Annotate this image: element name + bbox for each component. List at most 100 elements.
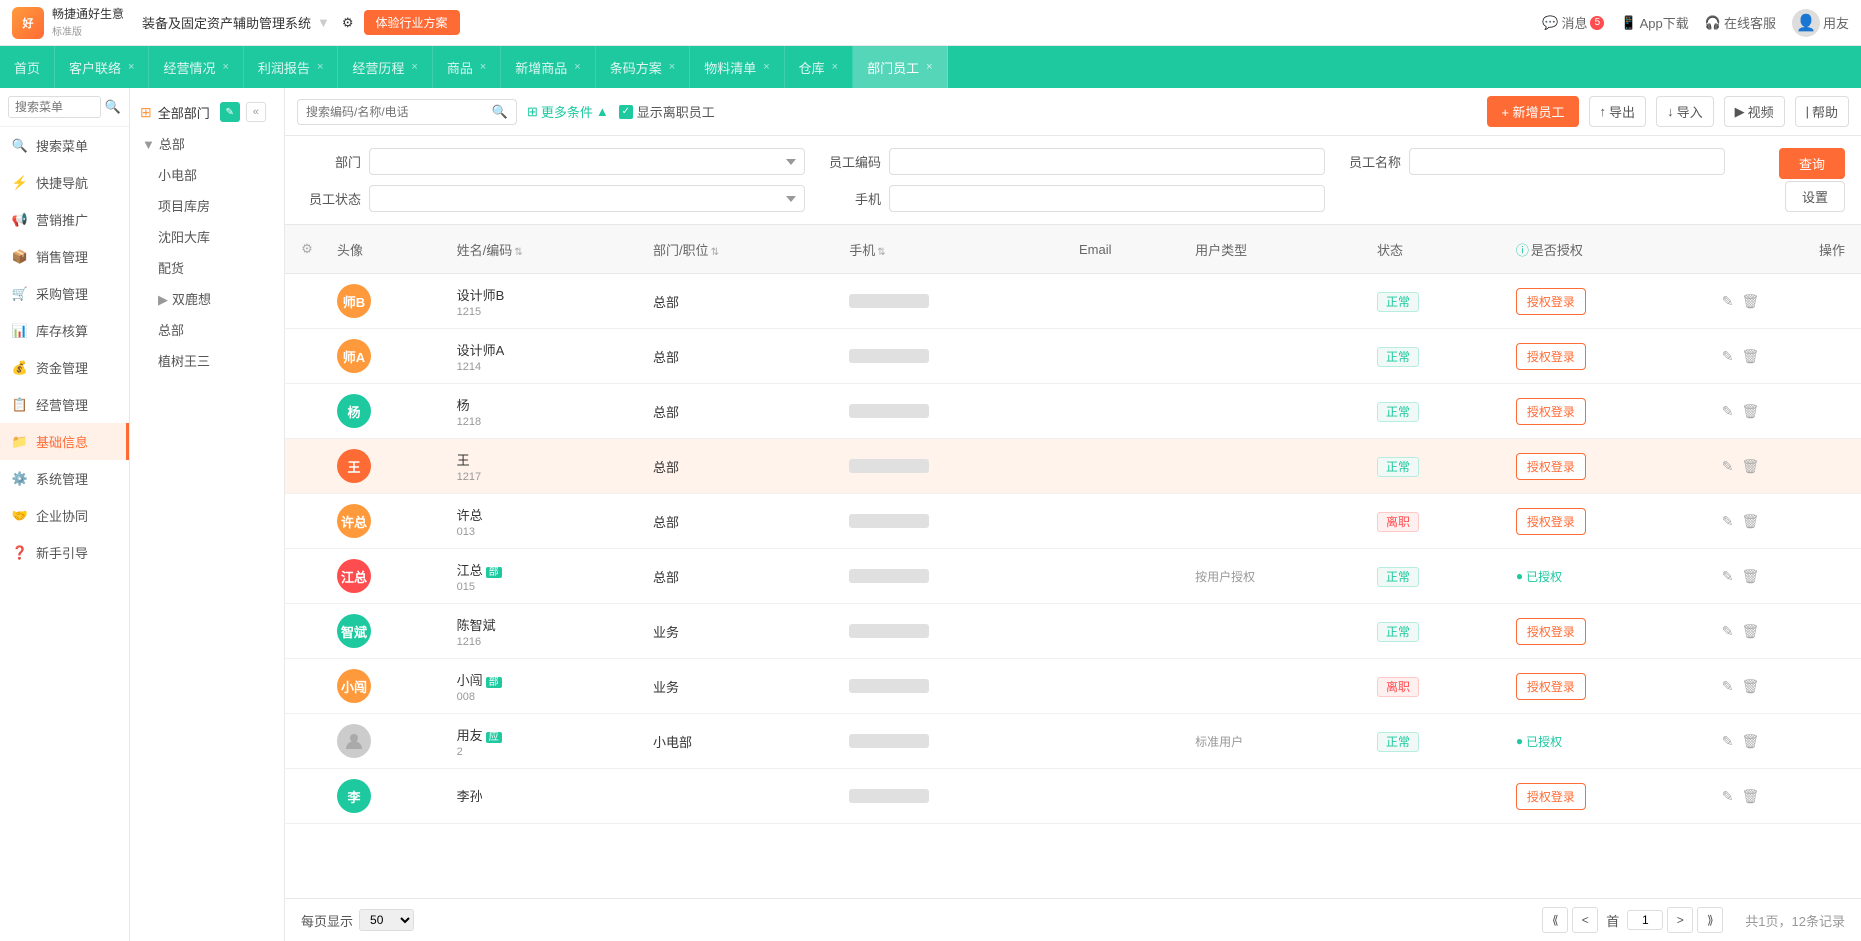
close-tab-icon[interactable]: × [763,61,769,73]
search-btn[interactable]: 查询 [1779,148,1845,179]
dept-item-植树王三[interactable]: 植树王三 [130,345,284,376]
nav-tab-新增商品[interactable]: 新增商品× [501,46,595,88]
close-tab-icon[interactable]: × [411,61,417,73]
dept-item-沈阳大库[interactable]: 沈阳大库 [130,221,284,252]
settings-gear[interactable]: ⚙ [342,15,354,31]
next-page-btn[interactable]: > [1667,907,1693,933]
dept-item-总部[interactable]: ▼总部 [130,128,284,159]
view-btn[interactable]: ▶ 视频 [1724,96,1785,127]
dept-item-配货[interactable]: 配货 [130,252,284,283]
nav-tab-利润报告[interactable]: 利润报告× [244,46,338,88]
user-btn[interactable]: 👤 用友 [1792,9,1849,37]
close-tab-icon[interactable]: × [574,61,580,73]
edit-icon[interactable]: ✎ [1722,678,1734,695]
edit-icon[interactable]: ✎ [1722,623,1734,640]
delete-icon[interactable]: 🗑 [1741,733,1759,750]
close-tab-icon[interactable]: × [222,61,228,73]
sidebar-item-资金管理[interactable]: 💰资金管理 [0,349,129,386]
edit-icon[interactable]: ✎ [1722,788,1734,805]
name-col[interactable]: 姓名/编码⇅ [449,225,645,274]
nav-tab-首页[interactable]: 首页 [0,46,55,88]
delete-icon[interactable]: 🗑 [1741,348,1759,365]
search-input[interactable] [306,105,488,119]
message-btn[interactable]: 💬 消息 5 [1542,13,1604,32]
employee-code-input[interactable] [889,148,1325,175]
sidebar-search-input[interactable] [8,96,101,118]
edit-icon[interactable]: ✎ [1722,568,1734,585]
sidebar-item-企业协同[interactable]: 🤝企业协同 [0,497,129,534]
nav-tab-物料清单[interactable]: 物料清单× [690,46,784,88]
first-page-btn[interactable]: ⟪ [1542,907,1568,933]
edit-icon[interactable]: ✎ [1722,513,1734,530]
dept-select[interactable] [369,148,805,175]
edit-icon[interactable]: ✎ [220,102,240,122]
sidebar-item-采购管理[interactable]: 🛒采购管理 [0,275,129,312]
close-tab-icon[interactable]: × [832,61,838,73]
delete-icon[interactable]: 🗑 [1741,788,1759,805]
more-filter-btn[interactable]: ⊞ 更多条件 ▲ [527,102,609,121]
delete-icon[interactable]: 🗑 [1741,403,1759,420]
sidebar-item-快捷导航[interactable]: ⚡快捷导航 [0,164,129,201]
auth-btn[interactable]: 授权登录 [1516,618,1586,645]
dept-all-header[interactable]: ⊞ 全部部门 ✎ « [130,96,284,128]
prev-page-btn[interactable]: < [1572,907,1598,933]
dept-item-项目库房[interactable]: 项目库房 [130,190,284,221]
sidebar-item-营销推广[interactable]: 📢营销推广 [0,201,129,238]
delete-icon[interactable]: 🗑 [1741,293,1759,310]
edit-icon[interactable]: ✎ [1722,403,1734,420]
delete-icon[interactable]: 🗑 [1741,678,1759,695]
add-employee-btn[interactable]: + 新增员工 [1487,96,1578,127]
app-download-btn[interactable]: 📱 App下载 [1620,13,1688,32]
per-page-select[interactable]: 50 100 [359,909,414,931]
trial-btn[interactable]: 体验行业方案 [364,10,460,35]
auth-btn[interactable]: 授权登录 [1516,783,1586,810]
last-page-btn[interactable]: ⟫ [1697,907,1723,933]
help-btn[interactable]: | 帮助 [1795,96,1849,127]
collapse-btn[interactable]: « [246,102,266,122]
export-btn[interactable]: ↑ 导出 [1589,96,1647,127]
dept-item-总部[interactable]: 总部 [130,314,284,345]
set-btn[interactable]: 设置 [1785,181,1845,212]
nav-tab-部门员工[interactable]: 部门员工× [853,46,947,88]
sidebar-item-新手引导[interactable]: ❓新手引导 [0,534,129,571]
close-tab-icon[interactable]: × [128,61,134,73]
delete-icon[interactable]: 🗑 [1741,458,1759,475]
edit-icon[interactable]: ✎ [1722,348,1734,365]
edit-icon[interactable]: ✎ [1722,458,1734,475]
edit-icon[interactable]: ✎ [1722,293,1734,310]
delete-icon[interactable]: 🗑 [1741,568,1759,585]
dept-col[interactable]: 部门/职位⇅ [645,225,841,274]
sidebar-item-基础信息[interactable]: 📁基础信息 [0,423,129,460]
employee-name-input[interactable] [1409,148,1725,175]
online-service-btn[interactable]: 🎧 在线客服 [1705,13,1776,32]
auth-btn[interactable]: 授权登录 [1516,343,1586,370]
search-filter-input[interactable]: 🔍 [297,99,517,125]
import-btn[interactable]: ↓ 导入 [1656,96,1714,127]
sidebar-item-经营管理[interactable]: 📋经营管理 [0,386,129,423]
nav-tab-商品[interactable]: 商品× [433,46,501,88]
nav-tab-仓库[interactable]: 仓库× [785,46,853,88]
edit-icon[interactable]: ✎ [1722,733,1734,750]
auth-btn[interactable]: 授权登录 [1516,398,1586,425]
col-settings-icon[interactable]: ⚙ [293,235,321,263]
sidebar-item-搜索菜单[interactable]: 🔍搜索菜单 [0,127,129,164]
auth-btn[interactable]: 授权登录 [1516,288,1586,315]
auth-btn[interactable]: 授权登录 [1516,673,1586,700]
auth-btn[interactable]: 授权登录 [1516,453,1586,480]
nav-tab-条码方案[interactable]: 条码方案× [596,46,690,88]
close-tab-icon[interactable]: × [317,61,323,73]
close-tab-icon[interactable]: × [926,61,932,73]
phone-input[interactable] [889,185,1325,212]
auth-btn[interactable]: 授权登录 [1516,508,1586,535]
close-tab-icon[interactable]: × [480,61,486,73]
status-select[interactable] [369,185,805,212]
nav-tab-经营情况[interactable]: 经营情况× [149,46,243,88]
phone-col[interactable]: 手机⇅ [841,225,1071,274]
sidebar-item-销售管理[interactable]: 📦销售管理 [0,238,129,275]
nav-tab-客户联络[interactable]: 客户联络× [55,46,149,88]
delete-icon[interactable]: 🗑 [1741,623,1759,640]
close-tab-icon[interactable]: × [669,61,675,73]
dept-item-双鹿想[interactable]: ▶双鹿想 [130,283,284,314]
sidebar-item-库存核算[interactable]: 📊库存核算 [0,312,129,349]
dept-item-小电部[interactable]: 小电部 [130,159,284,190]
